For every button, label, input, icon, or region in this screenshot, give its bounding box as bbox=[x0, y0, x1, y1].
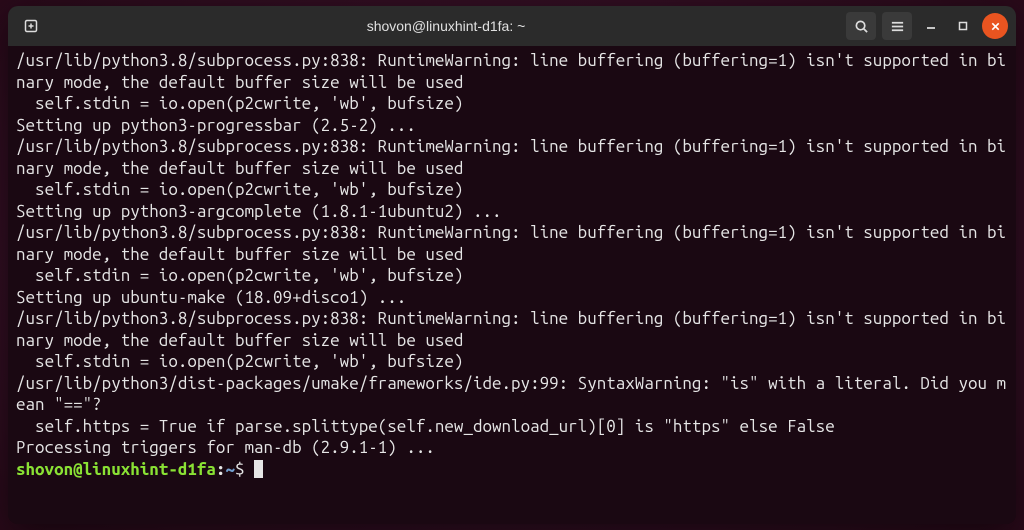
titlebar-right bbox=[846, 12, 1008, 40]
terminal-line: /usr/lib/python3/dist-packages/umake/fra… bbox=[16, 374, 1006, 415]
minimize-button[interactable] bbox=[918, 13, 944, 39]
terminal-line: Setting up python3-progressbar (2.5-2) .… bbox=[16, 116, 416, 135]
hamburger-icon bbox=[890, 19, 905, 34]
maximize-button[interactable] bbox=[950, 13, 976, 39]
terminal-line: /usr/lib/python3.8/subprocess.py:838: Ru… bbox=[16, 51, 1006, 92]
close-button[interactable] bbox=[982, 13, 1008, 39]
terminal-window: shovon@linuxhint-d1fa: ~ bbox=[8, 6, 1016, 524]
terminal-line: /usr/lib/python3.8/subprocess.py:838: Ru… bbox=[16, 309, 1006, 350]
titlebar-left bbox=[16, 12, 46, 40]
maximize-icon bbox=[957, 20, 969, 32]
prompt-user-host: shovon@linuxhint-d1fa bbox=[16, 460, 216, 479]
new-tab-icon bbox=[23, 18, 39, 34]
terminal-line: /usr/lib/python3.8/subprocess.py:838: Ru… bbox=[16, 223, 1006, 264]
search-icon bbox=[854, 19, 869, 34]
terminal-line: self.stdin = io.open(p2cwrite, 'wb', buf… bbox=[16, 352, 463, 371]
terminal-line: /usr/lib/python3.8/subprocess.py:838: Ru… bbox=[16, 137, 1006, 178]
search-button[interactable] bbox=[846, 12, 876, 40]
terminal-output[interactable]: /usr/lib/python3.8/subprocess.py:838: Ru… bbox=[8, 46, 1016, 524]
terminal-line: self.https = True if parse.splittype(sel… bbox=[16, 417, 835, 436]
terminal-line: self.stdin = io.open(p2cwrite, 'wb', buf… bbox=[16, 180, 463, 199]
terminal-line: self.stdin = io.open(p2cwrite, 'wb', buf… bbox=[16, 94, 463, 113]
prompt-symbol: $ bbox=[235, 460, 245, 479]
menu-button[interactable] bbox=[882, 12, 912, 40]
terminal-line: Setting up python3-argcomplete (1.8.1-1u… bbox=[16, 202, 502, 221]
prompt-path: ~ bbox=[225, 460, 235, 479]
cursor bbox=[254, 460, 263, 478]
titlebar: shovon@linuxhint-d1fa: ~ bbox=[8, 6, 1016, 46]
minimize-icon bbox=[925, 20, 937, 32]
terminal-line: self.stdin = io.open(p2cwrite, 'wb', buf… bbox=[16, 266, 463, 285]
terminal-line: Processing triggers for man-db (2.9.1-1)… bbox=[16, 438, 435, 457]
window-title: shovon@linuxhint-d1fa: ~ bbox=[52, 18, 840, 34]
terminal-line: Setting up ubuntu-make (18.09+disco1) ..… bbox=[16, 288, 406, 307]
new-tab-button[interactable] bbox=[16, 12, 46, 40]
close-icon bbox=[990, 21, 1001, 32]
